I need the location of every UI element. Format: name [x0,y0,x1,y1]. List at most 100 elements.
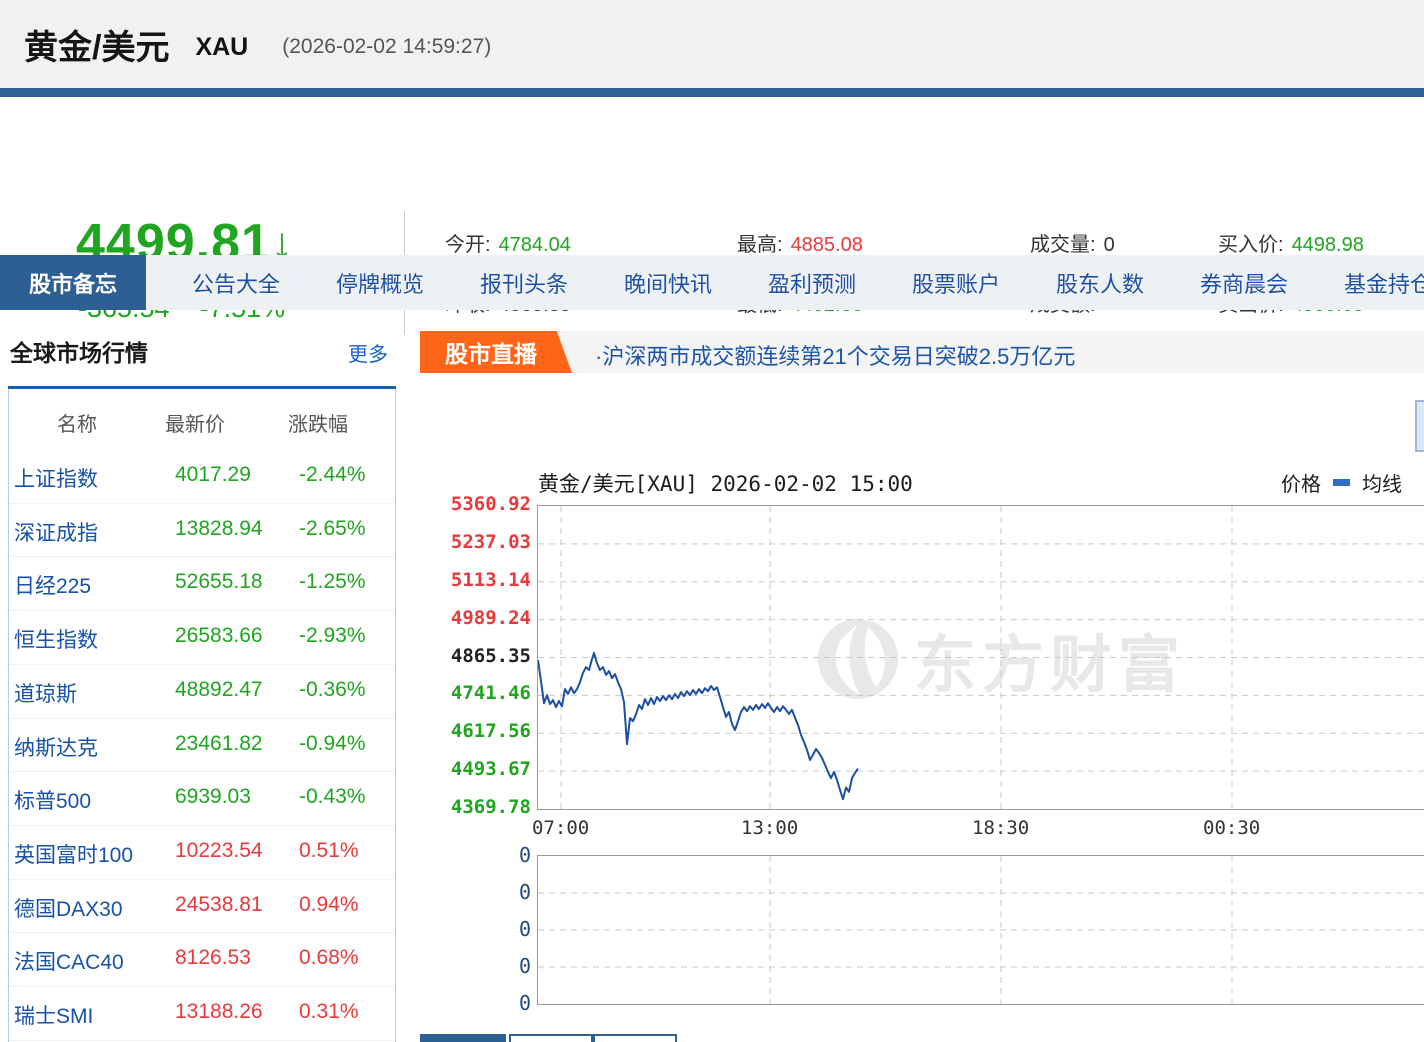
page-header: 黄金/美元 XAU (2026-02-02 14:59:27) [0,0,1424,88]
period-tab-active[interactable] [420,1034,506,1042]
chart-title: 黄金/美元[XAU] 2026-02-02 15:00 [538,468,913,498]
volume-tick-0: 0 [421,843,531,867]
sidebar-more-link[interactable]: 更多 [348,338,388,367]
volume-tick-4: 0 [421,991,531,1015]
nav-item-9[interactable]: 基金持仓 [1316,255,1424,310]
legend-ma-label: 均线 [1362,468,1402,497]
market-row-4[interactable]: 道琼斯 48892.47 -0.36% [9,664,395,718]
period-tab-3[interactable] [593,1034,677,1042]
top-nav-bar: 股市备忘公告大全停牌概览报刊头条晚间快讯盈利预测股票账户股东人数券商晨会基金持仓 [0,255,1424,310]
market-name: 英国富时100 [14,839,133,869]
live-ticker-band: 股市直播 ·沪深两市成交额连续第21个交易日突破2.5万亿元 [420,331,1424,373]
market-row-6[interactable]: 标普500 6939.03 -0.43% [9,771,395,825]
market-name: 法国CAC40 [14,946,124,976]
market-price: 10223.54 [175,839,263,863]
market-row-0[interactable]: 上证指数 4017.29 -2.44% [9,449,395,503]
sidebar-column-1: 最新价 [165,408,225,437]
stat-label: 最高: [737,234,783,256]
market-row-8[interactable]: 德国DAX3024538.810.94% [9,879,395,933]
y-tick-3: 4989.24 [421,607,531,629]
chart-side-tool-button[interactable] [1415,400,1424,452]
market-row-2[interactable]: 日经225 52655.18 -1.25% [9,556,395,610]
market-row-9[interactable]: 法国CAC40 8126.53 0.68% [9,932,395,986]
price-plot-svg [538,506,1424,809]
stat-value: 4498.98 [1292,234,1364,256]
y-tick-1: 5237.03 [421,531,531,553]
row-separator [10,1040,394,1041]
sidebar-column-2: 涨跌幅 [288,408,348,437]
market-row-3[interactable]: 恒生指数26583.66-2.93% [9,610,395,664]
stat-label: 买入价: [1218,234,1284,256]
stat-6: 买入价: 4498.98 [1218,228,1364,257]
nav-spacer [146,255,164,310]
ticker-news-link[interactable]: ·沪深两市成交额连续第21个交易日突破2.5万亿元 [595,339,1075,371]
nav-item-7[interactable]: 股东人数 [1028,255,1172,310]
sidebar-title: 全球市场行情 [10,334,148,368]
legend-price-label: 价格 [1281,468,1321,497]
market-row-10[interactable]: 瑞士SMI13188.260.31% [9,986,395,1040]
instrument-title: 黄金/美元 [24,20,169,69]
market-price: 48892.47 [175,678,263,702]
market-change-pct: -1.25% [299,570,366,594]
market-change-pct: 0.68% [299,946,359,970]
volume-tick-2: 0 [421,917,531,941]
stat-value: 4885.08 [791,234,863,256]
sidebar-column-0: 名称 [57,408,97,437]
period-tab-2[interactable] [509,1034,593,1042]
nav-item-8[interactable]: 券商晨会 [1172,255,1316,310]
y-tick-5: 4741.46 [421,682,531,704]
x-tick-0: 07:00 [532,817,589,839]
market-price: 23461.82 [175,732,263,756]
nav-item-0[interactable]: 股市备忘 [0,255,146,310]
market-change-pct: -0.94% [299,732,366,756]
x-tick-3: 00:30 [1203,817,1260,839]
market-name: 深证成指 [14,517,98,547]
nav-item-5[interactable]: 盈利预测 [740,255,884,310]
market-row-1[interactable]: 深证成指13828.94-2.65% [9,503,395,557]
market-name: 纳斯达克 [14,732,98,762]
nav-item-1[interactable]: 公告大全 [164,255,308,310]
y-tick-6: 4617.56 [421,720,531,742]
stat-value: 0 [1104,234,1115,256]
market-price: 8126.53 [175,946,251,970]
y-tick-2: 5113.14 [421,569,531,591]
stat-4: 成交量: 0 [1030,228,1115,257]
market-price: 4017.29 [175,463,251,487]
market-name: 道琼斯 [14,678,77,708]
volume-tick-3: 0 [421,954,531,978]
market-name: 瑞士SMI [14,1000,93,1030]
instrument-symbol: XAU [195,33,248,62]
header-divider-bar [0,88,1424,97]
quote-strip: 4499.81↓ -365.54-7.51% 今开:4784.04昨收:4865… [0,97,1424,255]
market-change-pct: -2.44% [299,463,366,487]
nav-item-2[interactable]: 停牌概览 [308,255,452,310]
y-tick-4: 4865.35 [421,645,531,667]
market-change-pct: -0.43% [299,785,366,809]
volume-tick-1: 0 [421,880,531,904]
market-change-pct: 0.94% [299,893,359,917]
price-chart[interactable]: 东方财富 [537,505,1424,810]
market-name: 上证指数 [14,463,98,493]
quote-timestamp: (2026-02-02 14:59:27) [282,35,491,59]
nav-item-4[interactable]: 晚间快讯 [596,255,740,310]
volume-chart[interactable] [537,855,1424,1005]
nav-item-3[interactable]: 报刊头条 [452,255,596,310]
market-change-pct: -0.36% [299,678,366,702]
live-ticker-flag: 股市直播 [420,331,572,373]
market-name: 日经225 [14,570,91,600]
market-price: 52655.18 [175,570,263,594]
x-tick-1: 13:00 [741,817,798,839]
legend-price-swatch [1333,479,1350,486]
market-name: 德国DAX30 [14,893,123,923]
market-row-5[interactable]: 纳斯达克 23461.82 -0.94% [9,718,395,772]
nav-item-6[interactable]: 股票账户 [884,255,1028,310]
market-name: 标普500 [14,785,91,815]
y-tick-0: 5360.92 [421,493,531,515]
chart-legend: 价格 均线 [1281,468,1402,497]
gold-usd-quote-page: 黄金/美元 XAU (2026-02-02 14:59:27) 4499.81↓… [0,0,1424,1042]
price-line [538,653,858,799]
market-change-pct: 0.51% [299,839,359,863]
stat-label: 成交量: [1030,234,1096,256]
market-price: 6939.03 [175,785,251,809]
market-row-7[interactable]: 英国富时100 10223.54 0.51% [9,825,395,879]
